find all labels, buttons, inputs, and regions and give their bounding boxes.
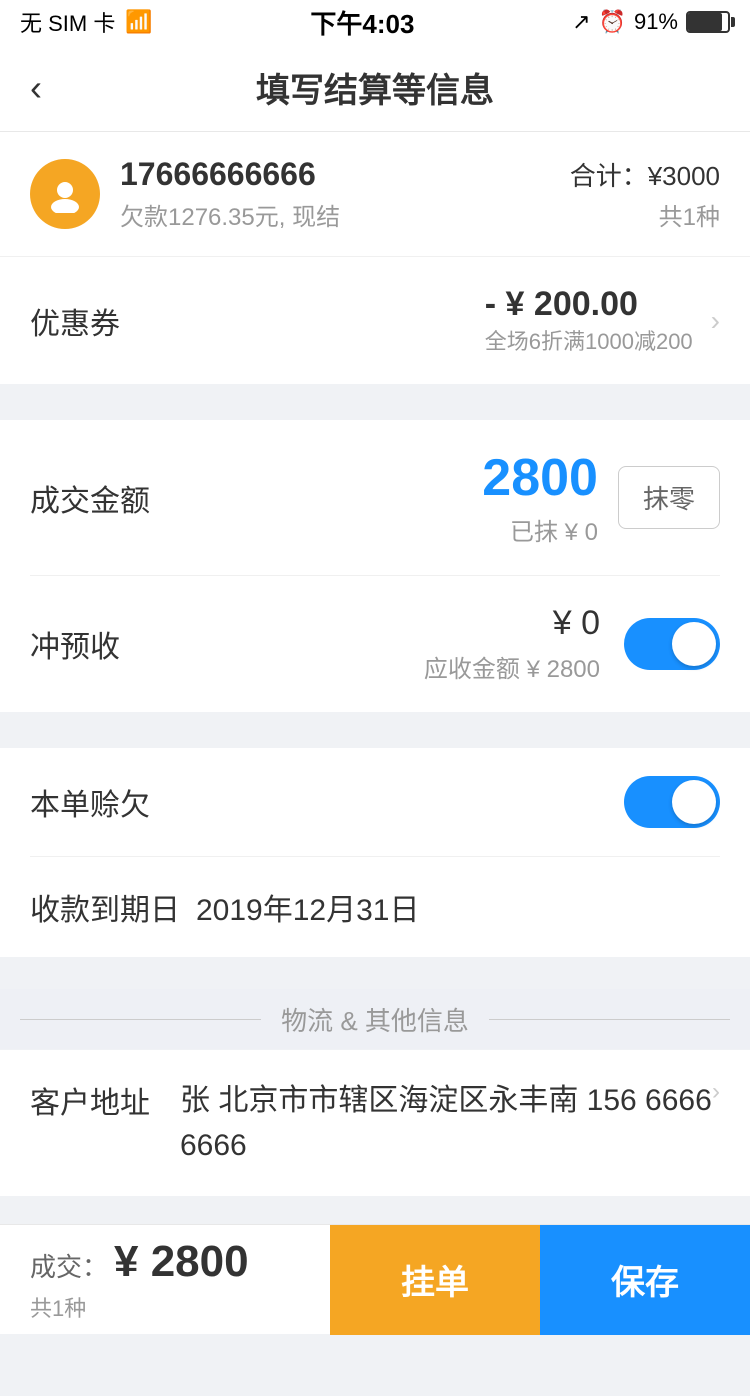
deal-amount-value: 2800 [482, 448, 598, 508]
status-time: 下午4:03 [310, 4, 414, 41]
deal-amount-sub: 已抹 ¥ 0 [482, 512, 598, 547]
hold-button[interactable]: 挂单 [330, 1225, 540, 1335]
due-date-label: 收款到期日 [30, 885, 180, 929]
bottom-count: 共1种 [30, 1291, 300, 1323]
status-right: ↗ ⏰ 91% [572, 9, 730, 35]
round-button[interactable]: 抹零 [618, 466, 720, 529]
logistics-line-right [489, 1019, 730, 1020]
due-date-value: 2019年12月31日 [196, 885, 419, 929]
user-details: 17666666666 欠款1276.35元, 现结 [120, 156, 340, 232]
user-row: 17666666666 欠款1276.35元, 现结 合计：¥3000 共1种 [0, 132, 750, 256]
alarm-icon: ⏰ [599, 9, 626, 35]
status-left: 无 SIM 卡 📶 [20, 6, 153, 38]
debt-toggle-knob [672, 780, 716, 824]
debt-label: 本单赊欠 [30, 780, 150, 824]
total-count: 共1种 [570, 197, 720, 232]
section-divider-3 [0, 957, 750, 973]
prepay-desc: 应收金额 ¥ 2800 [424, 649, 600, 684]
prepay-label: 冲预收 [30, 622, 120, 666]
user-phone: 17666666666 [120, 156, 340, 193]
logistics-line-left [20, 1019, 261, 1020]
coupon-label: 优惠券 [30, 299, 120, 343]
address-section[interactable]: 客户地址 张 北京市市辖区海淀区永丰南 156 6666 6666 › [0, 1050, 750, 1196]
user-left: 17666666666 欠款1276.35元, 现结 [30, 156, 340, 232]
logistics-text: 物流 & 其他信息 [281, 1001, 469, 1038]
no-sim-text: 无 SIM 卡 [20, 6, 115, 38]
prepay-toggle[interactable] [624, 618, 720, 670]
address-label: 客户地址 [30, 1078, 150, 1122]
total-label: 合计：¥3000 [570, 156, 720, 193]
debt-section: 本单赊欠 收款到期日 2019年12月31日 [0, 748, 750, 957]
coupon-discount: - ¥ 200.00 [485, 285, 693, 324]
section-divider-1 [0, 400, 750, 420]
section-divider-2 [0, 712, 750, 732]
deal-amount-row: 成交金额 2800 已抹 ¥ 0 抹零 [30, 420, 720, 576]
debt-toggle[interactable] [624, 776, 720, 828]
location-icon: ↗ [572, 9, 590, 35]
coupon-row[interactable]: 优惠券 - ¥ 200.00 全场6折满1000减200 › [0, 256, 750, 384]
logistics-divider: 物流 & 其他信息 [0, 989, 750, 1049]
back-button[interactable]: ‹ [30, 67, 42, 109]
address-value: 张 北京市市辖区海淀区永丰南 156 6666 6666 [180, 1078, 712, 1168]
amount-section: 成交金额 2800 已抹 ¥ 0 抹零 冲预收 ¥ 0 应收金额 ¥ 2800 [0, 420, 750, 712]
prepay-row: 冲预收 ¥ 0 应收金额 ¥ 2800 [30, 576, 720, 712]
save-button[interactable]: 保存 [540, 1225, 750, 1335]
deal-amount-right: 2800 已抹 ¥ 0 抹零 [482, 448, 720, 547]
bottom-deal-label: 成交： [30, 1247, 108, 1284]
due-date-row: 收款到期日 2019年12月31日 [30, 856, 720, 957]
user-subtext: 欠款1276.35元, 现结 [120, 197, 340, 232]
prepay-value: ¥ 0 [553, 604, 600, 643]
deal-amount-label: 成交金额 [30, 476, 150, 520]
toggle-knob [672, 622, 716, 666]
page-title: 填写结算等信息 [256, 63, 494, 112]
avatar [30, 159, 100, 229]
coupon-right: - ¥ 200.00 全场6折满1000减200 › [485, 285, 720, 356]
deal-amount-values: 2800 已抹 ¥ 0 [482, 448, 598, 547]
user-info-card: 17666666666 欠款1276.35元, 现结 合计：¥3000 共1种 … [0, 132, 750, 384]
user-right: 合计：¥3000 共1种 [570, 156, 720, 232]
prepay-values: ¥ 0 应收金额 ¥ 2800 [424, 604, 600, 684]
battery-icon [686, 11, 730, 33]
nav-bar: ‹ 填写结算等信息 [0, 44, 750, 132]
prepay-right-container: ¥ 0 应收金额 ¥ 2800 [424, 604, 720, 684]
bottom-bar: 成交： ¥ 2800 共1种 挂单 保存 [0, 1224, 750, 1334]
coupon-chevron: › [711, 305, 720, 337]
wifi-icon: 📶 [125, 9, 152, 35]
bottom-info: 成交： ¥ 2800 共1种 [0, 1237, 330, 1323]
address-chevron: › [712, 1078, 720, 1106]
battery-fill [688, 13, 722, 31]
battery-percent: 91% [634, 9, 678, 35]
debt-row: 本单赊欠 [30, 748, 720, 856]
coupon-desc: 全场6折满1000减200 [485, 324, 693, 356]
bottom-total-row: 成交： ¥ 2800 [30, 1237, 300, 1287]
status-bar: 无 SIM 卡 📶 下午4:03 ↗ ⏰ 91% [0, 0, 750, 44]
main-content: 17666666666 欠款1276.35元, 现结 合计：¥3000 共1种 … [0, 132, 750, 1396]
bottom-deal-value: ¥ 2800 [114, 1237, 249, 1287]
